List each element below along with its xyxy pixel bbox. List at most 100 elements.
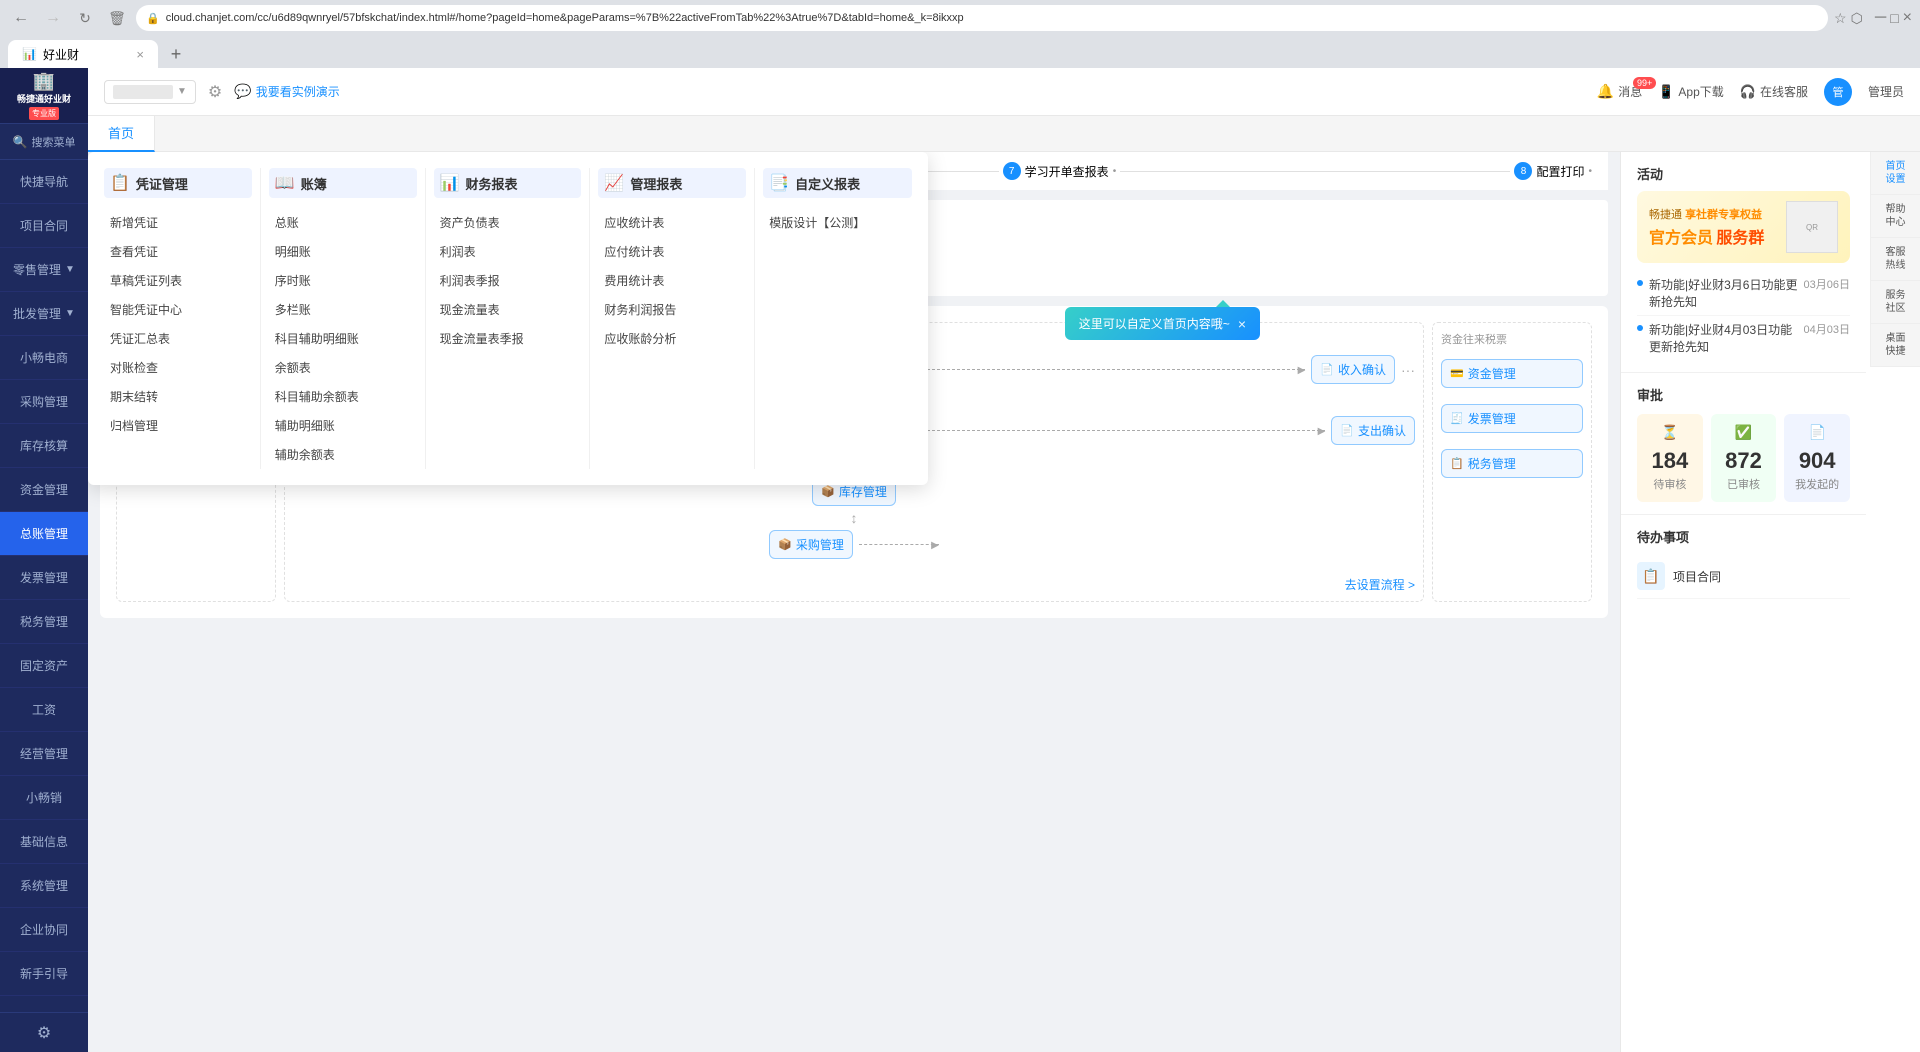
sidebar-item-caigou[interactable]: 采购管理 <box>0 380 88 424</box>
sidebar-item-pifa[interactable]: 批发管理▼ <box>0 292 88 336</box>
expense-confirm-box[interactable]: 📄 支出确认 <box>1331 416 1415 445</box>
sidebar-item-xiangmu[interactable]: 项目合同 <box>0 204 88 248</box>
nav-refresh[interactable]: ↻ <box>72 5 98 31</box>
sidebar-item-kuaijie[interactable]: 快捷导航 <box>0 160 88 204</box>
tooltip-close-icon[interactable]: × <box>1238 316 1246 332</box>
menu-item-gd[interactable]: 归档管理 <box>104 411 252 440</box>
logo-badge: 专业版 <box>29 107 59 120</box>
dropdown-menu[interactable]: 📋 凭证管理 新增凭证 查看凭证 草稿凭证列表 智能凭证中心 凭证汇总表 对账检… <box>88 152 928 485</box>
sidebar-item-zijin[interactable]: 资金管理 <box>0 468 88 512</box>
sidebar: 🏢 畅捷通好业财 专业版 🔍 搜索菜单 快捷导航 项目合同 零售管理▼ 批发管理… <box>0 68 88 1052</box>
activity-card[interactable]: 畅捷通 享社群专享权益 官方会员 服务群 QR <box>1637 191 1850 263</box>
news-item-1[interactable]: 新功能|好业财3月6日功能更新抢先知 03月06日 <box>1637 271 1850 316</box>
fund-mgmt-box[interactable]: 💳 资金管理 <box>1441 359 1583 388</box>
activity-highlight: 官方会员 <box>1649 230 1713 247</box>
sidebar-item-jingying[interactable]: 经营管理 <box>0 732 88 776</box>
menu-item-dlz[interactable]: 多栏账 <box>269 295 417 324</box>
set-flow-link[interactable]: 去设置流程 > <box>1345 576 1415 593</box>
sidebar-item-xiaochangdian[interactable]: 小畅电商 <box>0 336 88 380</box>
menu-item-ckzp[interactable]: 查看凭证 <box>104 237 252 266</box>
sidebar-item-jichu[interactable]: 基础信息 <box>0 820 88 864</box>
home-settings-link[interactable]: 首页设置 <box>1871 152 1920 195</box>
progress-step-8[interactable]: 8 配置打印 • <box>1514 162 1592 180</box>
extension-icon[interactable]: ⬡ <box>1851 10 1863 27</box>
purchase-box[interactable]: 📦 采购管理 <box>769 530 853 559</box>
service-community-link[interactable]: 服务社区 <box>1871 281 1920 324</box>
menu-item-yszlzfx[interactable]: 应收账龄分析 <box>598 324 746 353</box>
settings-icon-topbar[interactable]: ⚙ <box>208 82 222 102</box>
menu-item-zczfzb[interactable]: 资产负债表 <box>434 208 582 237</box>
tab-home[interactable]: 首页 <box>88 116 155 152</box>
sidebar-item-xitong[interactable]: 系统管理 <box>0 864 88 908</box>
active-tab[interactable]: 📊 好业财 × <box>8 40 158 68</box>
tax-mgmt-box[interactable]: 📋 税务管理 <box>1441 449 1583 478</box>
new-tab-button[interactable]: + <box>162 40 190 68</box>
menu-item-qmjz[interactable]: 期末结转 <box>104 382 252 411</box>
news-item-2[interactable]: 新功能|好业财4月03日功能更新抢先知 04月03日 <box>1637 316 1850 360</box>
menu-item-yftjb[interactable]: 应付统计表 <box>598 237 746 266</box>
close-btn[interactable]: × <box>1903 9 1912 27</box>
sidebar-item-zhangkuai[interactable]: 总账管理 <box>0 512 88 556</box>
sidebar-item-guding[interactable]: 固定资产 <box>0 644 88 688</box>
nav-back[interactable]: ← <box>8 5 34 31</box>
menu-item-lrbqb[interactable]: 利润表季报 <box>434 266 582 295</box>
menu-item-fzyeb[interactable]: 辅助余额表 <box>269 440 417 469</box>
menu-item-zz[interactable]: 总账 <box>269 208 417 237</box>
progress-step-7[interactable]: 7 学习开单查报表 • <box>1003 162 1117 180</box>
menu-item-zn[interactable]: 智能凭证中心 <box>104 295 252 324</box>
menu-item-hz[interactable]: 凭证汇总表 <box>104 324 252 353</box>
desktop-shortcut-link[interactable]: 桌面快捷 <box>1871 324 1920 367</box>
sidebar-item-kucun[interactable]: 库存核算 <box>0 424 88 468</box>
menu-item-lrb[interactable]: 利润表 <box>434 237 582 266</box>
sidebar-item-xinshou[interactable]: 新手引导 <box>0 952 88 996</box>
todo-label-1: 项目合同 <box>1673 568 1721 585</box>
maximize-btn[interactable]: □ <box>1890 10 1898 26</box>
help-center-link[interactable]: 帮助中心 <box>1871 195 1920 238</box>
menu-item-kmfzmxz[interactable]: 科目辅助明细账 <box>269 324 417 353</box>
minimize-btn[interactable]: ─ <box>1875 9 1886 27</box>
customer-service-link[interactable]: 客服热线 <box>1871 238 1920 281</box>
menu-item-fzmxz[interactable]: 辅助明细账 <box>269 411 417 440</box>
menu-item-xzzp[interactable]: 新增凭证 <box>104 208 252 237</box>
menu-item-ystjb[interactable]: 应收统计表 <box>598 208 746 237</box>
sidebar-item-qiye[interactable]: 企业协同 <box>0 908 88 952</box>
user-avatar[interactable]: 管 <box>1824 78 1852 106</box>
chat-icon: 💬 <box>234 83 251 100</box>
nav-forward[interactable]: → <box>40 5 66 31</box>
menu-item-xjllbqb[interactable]: 现金流量表季报 <box>434 324 582 353</box>
menu-item-kmfzyeb[interactable]: 科目辅助余额表 <box>269 382 417 411</box>
invoice-mgmt-box[interactable]: 🧾 发票管理 <box>1441 404 1583 433</box>
sidebar-gear-button[interactable]: ⚙ <box>0 1012 88 1052</box>
nav-delete[interactable]: 🗑 <box>104 5 130 31</box>
address-bar[interactable]: 🔒 cloud.chanjet.com/cc/u6d89qwnryel/57bf… <box>136 5 1828 31</box>
menu-item-cg[interactable]: 草稿凭证列表 <box>104 266 252 295</box>
menu-item-mbsj[interactable]: 模版设计【公测】 <box>763 208 912 237</box>
menu-item-xsz[interactable]: 序时账 <box>269 266 417 295</box>
sidebar-item-lingshou[interactable]: 零售管理▼ <box>0 248 88 292</box>
menu-item-fytjb[interactable]: 费用统计表 <box>598 266 746 295</box>
sidebar-item-shuiwu[interactable]: 税务管理 <box>0 600 88 644</box>
sidebar-item-gongzi[interactable]: 工资 <box>0 688 88 732</box>
income-confirm-box[interactable]: 📄 收入确认 <box>1311 355 1395 384</box>
online-service-button[interactable]: 🎧 在线客服 <box>1740 83 1808 100</box>
tab-close-icon[interactable]: × <box>136 47 144 62</box>
approval-card-pending[interactable]: ⏳ 184 待审核 <box>1637 414 1703 502</box>
sidebar-item-xiaochangxiao[interactable]: 小畅销 <box>0 776 88 820</box>
msg-button[interactable]: 🔔 消息 99+ <box>1597 83 1642 100</box>
demo-button[interactable]: 💬 我要看实例演示 <box>234 83 339 100</box>
todo-item-1[interactable]: 📋 项目合同 <box>1637 554 1850 599</box>
menu-item-yeb[interactable]: 余额表 <box>269 353 417 382</box>
menu-item-cwlrbg[interactable]: 财务利润报告 <box>598 295 746 324</box>
app-download-button[interactable]: 📱 App下载 <box>1658 83 1724 100</box>
sidebar-search[interactable]: 🔍 搜索菜单 <box>0 124 88 160</box>
page-tab-bar: 首页 <box>88 116 1920 152</box>
approval-card-done[interactable]: ✅ 872 已审核 <box>1711 414 1777 502</box>
news-date-2: 04月03日 <box>1804 321 1850 337</box>
menu-item-mxz[interactable]: 明细账 <box>269 237 417 266</box>
company-select[interactable]: ▼ <box>104 80 196 104</box>
sidebar-item-fapiao[interactable]: 发票管理 <box>0 556 88 600</box>
bookmark-icon[interactable]: ☆ <box>1834 10 1847 27</box>
approval-card-sent[interactable]: 📄 904 我发起的 <box>1784 414 1850 502</box>
menu-item-dzjc[interactable]: 对账检查 <box>104 353 252 382</box>
menu-item-xjllb[interactable]: 现金流量表 <box>434 295 582 324</box>
